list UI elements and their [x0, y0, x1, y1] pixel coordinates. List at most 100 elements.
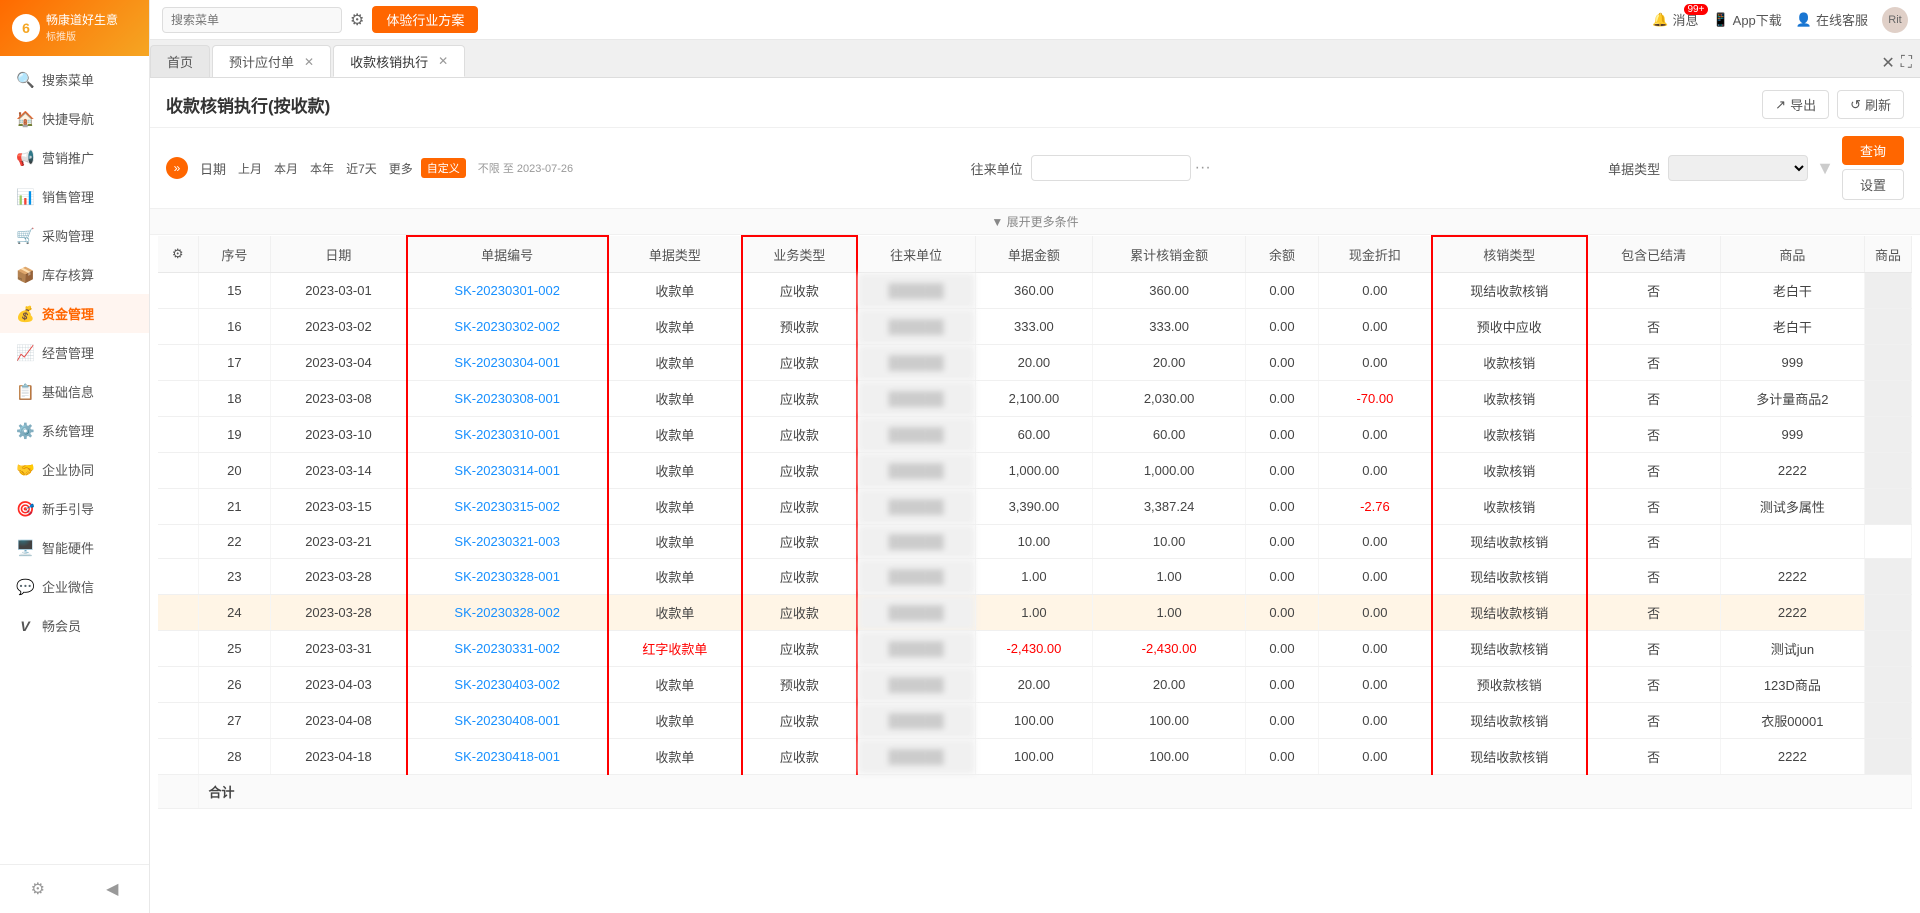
avatar[interactable]: Rit: [1882, 7, 1908, 33]
tab-close-window-icon[interactable]: ✕: [1881, 53, 1894, 73]
doc-no-link[interactable]: SK-20230418-001: [454, 749, 560, 764]
sidebar-item-basic[interactable]: 📋 基础信息: [0, 372, 149, 411]
doc-no-link[interactable]: SK-20230315-002: [454, 499, 560, 514]
cell-3[interactable]: SK-20230408-001: [407, 703, 608, 739]
doc-no-link[interactable]: SK-20230308-001: [454, 391, 560, 406]
cell-9: 0.00: [1246, 667, 1319, 703]
doc-no-link[interactable]: SK-20230328-002: [454, 605, 560, 620]
cell-3[interactable]: SK-20230321-003: [407, 525, 608, 559]
sidebar-settings-btn[interactable]: ⚙: [25, 873, 51, 905]
tab-payable[interactable]: 预计应付单 ✕: [212, 45, 331, 77]
industry-solution-button[interactable]: 体验行业方案: [372, 6, 478, 33]
sidebar-item-member[interactable]: V 畅会员: [0, 606, 149, 645]
table-row[interactable]: 252023-03-31SK-20230331-002红字收款单应收款█████…: [158, 631, 1912, 667]
doc-no-link[interactable]: SK-20230302-002: [454, 319, 560, 334]
doc-no-link[interactable]: SK-20230310-001: [454, 427, 560, 442]
cell-3[interactable]: SK-20230314-001: [407, 453, 608, 489]
cell-3[interactable]: SK-20230328-002: [407, 595, 608, 631]
setting-button[interactable]: 设置: [1842, 169, 1904, 200]
cell-3[interactable]: SK-20230310-001: [407, 417, 608, 453]
sidebar-item-purchase[interactable]: 🛒 采购管理: [0, 216, 149, 255]
sidebar-item-system[interactable]: ⚙️ 系统管理: [0, 411, 149, 450]
doc-no-link[interactable]: SK-20230403-002: [454, 677, 560, 692]
cell-3[interactable]: SK-20230302-002: [407, 309, 608, 345]
sidebar-item-search[interactable]: 🔍 搜索菜单: [0, 60, 149, 99]
topbar-gear-icon[interactable]: ⚙: [350, 10, 364, 30]
topbar-search-input[interactable]: [162, 7, 342, 33]
date-opt-7days[interactable]: 近7天: [342, 158, 381, 179]
cell-6: ██████: [857, 595, 976, 631]
date-opt-more[interactable]: 更多: [385, 158, 417, 179]
notification-area[interactable]: 🔔 消息 99+: [1652, 10, 1698, 29]
table-row[interactable]: 162023-03-02SK-20230302-002收款单预收款██████3…: [158, 309, 1912, 345]
cell-3[interactable]: SK-20230403-002: [407, 667, 608, 703]
cell-13: 测试多属性: [1720, 489, 1864, 525]
table-row[interactable]: 232023-03-28SK-20230328-001收款单应收款██████1…: [158, 559, 1912, 595]
table-row[interactable]: 172023-03-04SK-20230304-001收款单应收款██████2…: [158, 345, 1912, 381]
doc-no-link[interactable]: SK-20230301-002: [454, 283, 560, 298]
cell-3[interactable]: SK-20230315-002: [407, 489, 608, 525]
table-container: ⚙ 序号 日期 单据编号 单据类型 业务类型 往来单位 单据金额 累计核销金额 …: [150, 235, 1920, 913]
query-button[interactable]: 查询: [1842, 136, 1904, 165]
app-download-area[interactable]: 📱 App下载: [1712, 10, 1781, 29]
date-opt-this-year[interactable]: 本年: [306, 158, 338, 179]
col-no: 序号: [198, 236, 271, 273]
table-row[interactable]: 262023-04-03SK-20230403-002收款单预收款██████2…: [158, 667, 1912, 703]
sidebar-item-hardware[interactable]: 🖥️ 智能硬件: [0, 528, 149, 567]
sidebar-item-inventory[interactable]: 📦 库存核算: [0, 255, 149, 294]
cell-7: 2,100.00: [975, 381, 1092, 417]
table-row[interactable]: 282023-04-18SK-20230418-001收款单应收款██████1…: [158, 739, 1912, 775]
sidebar-item-enterprise[interactable]: 🤝 企业协同: [0, 450, 149, 489]
col-biz-type: 业务类型: [742, 236, 856, 273]
sidebar-item-marketing[interactable]: 📢 营销推广: [0, 138, 149, 177]
doc-no-link[interactable]: SK-20230328-001: [454, 569, 560, 584]
voucher-type-select[interactable]: [1668, 155, 1808, 181]
doc-no-link[interactable]: SK-20230314-001: [454, 463, 560, 478]
sidebar-collapse-btn[interactable]: ◀: [100, 873, 124, 905]
doc-no-link[interactable]: SK-20230408-001: [454, 713, 560, 728]
refresh-button[interactable]: ↺ 刷新: [1837, 90, 1904, 119]
cell-3[interactable]: SK-20230418-001: [407, 739, 608, 775]
tab-home[interactable]: 首页: [150, 45, 210, 77]
tab-receipt-cancel[interactable]: 收款核销执行 ✕: [333, 45, 465, 77]
filter-dots-icon[interactable]: ···: [1195, 159, 1211, 177]
sidebar-item-operation[interactable]: 📈 经营管理: [0, 333, 149, 372]
col-settings[interactable]: ⚙: [158, 236, 198, 273]
table-row[interactable]: 182023-03-08SK-20230308-001收款单应收款██████2…: [158, 381, 1912, 417]
table-row[interactable]: 272023-04-08SK-20230408-001收款单应收款██████1…: [158, 703, 1912, 739]
table-row[interactable]: 222023-03-21SK-20230321-003收款单应收款██████1…: [158, 525, 1912, 559]
sidebar-item-finance[interactable]: 💰 资金管理: [0, 294, 149, 333]
expand-bar[interactable]: ▼ 展开更多条件: [150, 209, 1920, 235]
table-row[interactable]: 202023-03-14SK-20230314-001收款单应收款██████1…: [158, 453, 1912, 489]
sidebar-item-guide[interactable]: 🎯 新手引导: [0, 489, 149, 528]
date-opt-last-month[interactable]: 上月: [234, 158, 266, 179]
cell-4: 收款单: [608, 739, 743, 775]
tab-maximize-icon[interactable]: ⛶: [1901, 54, 1912, 72]
cell-3[interactable]: SK-20230304-001: [407, 345, 608, 381]
table-row[interactable]: 192023-03-10SK-20230310-001收款单应收款██████6…: [158, 417, 1912, 453]
online-service-area[interactable]: 👤 在线客服: [1796, 10, 1868, 29]
cell-3[interactable]: SK-20230301-002: [407, 273, 608, 309]
date-opt-custom[interactable]: 自定义: [421, 158, 466, 178]
doc-no-link[interactable]: SK-20230321-003: [454, 534, 560, 549]
sidebar-item-sales[interactable]: 📊 销售管理: [0, 177, 149, 216]
sidebar-item-label: 资金管理: [42, 304, 94, 323]
counter-party-input[interactable]: [1031, 155, 1191, 181]
cell-9: 0.00: [1246, 631, 1319, 667]
doc-no-link[interactable]: SK-20230331-002: [454, 641, 560, 656]
cell-3[interactable]: SK-20230331-002: [407, 631, 608, 667]
row-select-col: [158, 273, 198, 309]
doc-no-link[interactable]: SK-20230304-001: [454, 355, 560, 370]
sidebar-item-wecom[interactable]: 💬 企业微信: [0, 567, 149, 606]
date-opt-this-month[interactable]: 本月: [270, 158, 302, 179]
tab-payable-close-icon[interactable]: ✕: [304, 55, 314, 69]
filter-toggle-button[interactable]: »: [166, 157, 188, 179]
table-row[interactable]: 152023-03-01SK-20230301-002收款单应收款██████3…: [158, 273, 1912, 309]
export-button[interactable]: ↗ 导出: [1762, 90, 1829, 119]
table-row[interactable]: 212023-03-15SK-20230315-002收款单应收款██████3…: [158, 489, 1912, 525]
tab-receipt-cancel-close-icon[interactable]: ✕: [438, 54, 448, 68]
sidebar-item-quicknav[interactable]: 🏠 快捷导航: [0, 99, 149, 138]
cell-3[interactable]: SK-20230328-001: [407, 559, 608, 595]
table-row[interactable]: 242023-03-28SK-20230328-002收款单应收款██████1…: [158, 595, 1912, 631]
cell-3[interactable]: SK-20230308-001: [407, 381, 608, 417]
